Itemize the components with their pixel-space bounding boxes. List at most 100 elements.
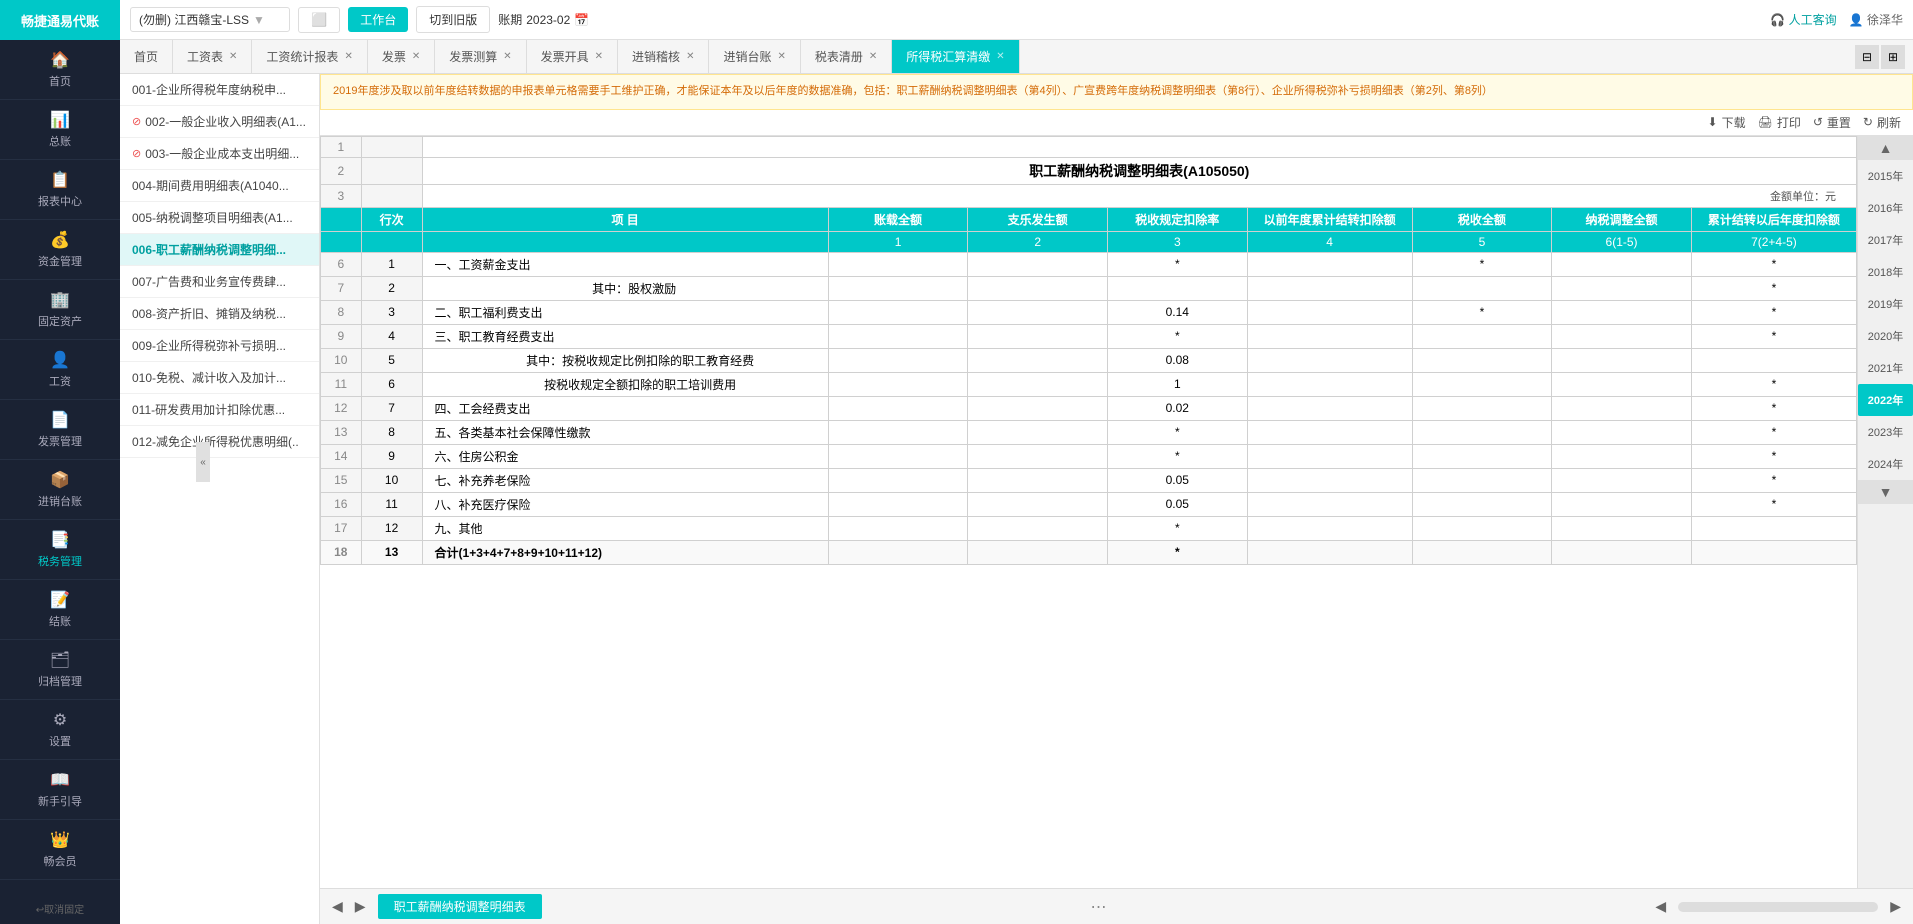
col-I-header: 累计结转以后年度扣除额 (1691, 207, 1856, 231)
workspace-btn[interactable]: 工作台 (348, 7, 408, 32)
tab-close-icon[interactable]: ✕ (412, 51, 420, 62)
tab-label: 所得税汇算清缴 (906, 48, 990, 65)
sidebar-item-label: 首页 (49, 73, 71, 89)
sub-menu-item-002[interactable]: ⊘ 002-一般企业收入明细表(A1... (120, 106, 319, 138)
year-scroll-down-btn[interactable]: ▼ (1858, 480, 1913, 504)
year-item-2015[interactable]: 2015年 (1858, 160, 1913, 192)
tab-home[interactable]: 首页 (120, 40, 173, 74)
sidebar: 畅捷通易代账 🏠 首页 📊 总账 📋 报表中心 💰 资金管理 🏢 固定资产 👤 … (0, 0, 120, 924)
assets-icon: 🏢 (50, 290, 70, 310)
tab-sales-ledger[interactable]: 进销台账 ✕ (709, 40, 800, 74)
sub-menu-item-006[interactable]: 006-职工薪酬纳税调整明细... (120, 234, 319, 266)
tab-close-icon[interactable]: ✕ (503, 51, 511, 62)
sub-menu-item-005[interactable]: 005-纳税调整项目明细表(A1... (120, 202, 319, 234)
tab-close-icon[interactable]: ✕ (996, 51, 1004, 62)
sidebar-item-member[interactable]: 👑 畅会员 (0, 820, 120, 880)
sidebar-item-label: 畅会员 (44, 853, 77, 869)
tab-invoice[interactable]: 发票 ✕ (368, 40, 435, 74)
spreadsheet-container[interactable]: 1 2 职工薪酬纳税调整明细表(A105050) 3 (320, 136, 1913, 888)
col-F-header: 以前年度累计结转扣除额 (1247, 207, 1412, 231)
company-selector[interactable]: (勿删) 江西赣宝-LSS ▼ (130, 7, 290, 32)
download-btn[interactable]: ⬇ 下载 (1708, 114, 1746, 131)
cancel-fixed-btn[interactable]: ↩取消固定 (0, 893, 120, 924)
sub-menu-item-008[interactable]: 008-资产折旧、摊销及纳税... (120, 298, 319, 330)
tab-tax-register[interactable]: 税表清册 ✕ (801, 40, 892, 74)
table-row: 9 4 三、职工教育经费支出 * * (321, 324, 1857, 348)
sheet-scroll-right-btn[interactable]: ▶ (355, 898, 366, 915)
tab-label: 发票测算 (449, 48, 497, 65)
sub-menu-item-007[interactable]: 007-广告费和业务宣传费肆... (120, 266, 319, 298)
refresh-btn[interactable]: ↻ 刷新 (1863, 114, 1901, 131)
copy-btn[interactable]: ⬜ (298, 7, 340, 33)
help-btn[interactable]: 🎧 人工客询 (1770, 11, 1836, 28)
sidebar-item-finance[interactable]: 💰 资金管理 (0, 220, 120, 280)
tab-close-icon[interactable]: ✕ (686, 51, 694, 62)
tab-close-icon[interactable]: ✕ (869, 51, 877, 62)
year-item-2016[interactable]: 2016年 (1858, 192, 1913, 224)
table-row: 2 职工薪酬纳税调整明细表(A105050) (321, 157, 1857, 184)
col-a-cell (361, 136, 422, 157)
sidebar-item-tax[interactable]: 📑 税务管理 (0, 520, 120, 580)
year-item-2024[interactable]: 2024年 (1858, 448, 1913, 480)
col-a-cell (361, 184, 422, 207)
tab-next-btn[interactable]: ⊞ (1881, 45, 1905, 69)
user-info[interactable]: 👤 徐泽华 (1849, 11, 1903, 28)
sub-menu-item-001[interactable]: 001-企业所得税年度纳税申... (120, 74, 319, 106)
tab-invoice-calc[interactable]: 发票测算 ✕ (435, 40, 526, 74)
sidebar-item-settings[interactable]: ⚙ 设置 (0, 700, 120, 760)
tab-invoice-open[interactable]: 发票开具 ✕ (527, 40, 618, 74)
sub-menu-item-004[interactable]: 004-期间费用明细表(A1040... (120, 170, 319, 202)
sidebar-item-invoice[interactable]: 📄 发票管理 (0, 400, 120, 460)
sheet-scroll-left-btn[interactable]: ◀ (332, 898, 343, 915)
tab-payslip[interactable]: 工资表 ✕ (173, 40, 252, 74)
sidebar-item-assets[interactable]: 🏢 固定资产 (0, 280, 120, 340)
year-item-2023[interactable]: 2023年 (1858, 416, 1913, 448)
col-F-num: 4 (1247, 231, 1412, 252)
prev-btn[interactable]: 切到旧版 (416, 6, 490, 33)
tab-prev-btn[interactable]: ⊟ (1855, 45, 1879, 69)
tab-label: 发票 (382, 48, 406, 65)
sheet-options-btn[interactable]: ⋯ (1091, 897, 1107, 917)
sidebar-item-close[interactable]: 📝 结账 (0, 580, 120, 640)
horizontal-scrollbar[interactable] (1678, 902, 1878, 912)
sheet-tab[interactable]: 职工薪酬纳税调整明细表 (378, 894, 542, 919)
tab-income-tax[interactable]: 所得税汇算清缴 ✕ (892, 40, 1019, 74)
year-scroll-up-btn[interactable]: ▲ (1858, 136, 1913, 160)
print-btn[interactable]: 🖨 打印 (1758, 114, 1801, 131)
sidebar-item-home[interactable]: 🏠 首页 (0, 40, 120, 100)
collapse-toggle[interactable]: « (196, 442, 210, 482)
sidebar-item-guide[interactable]: 📖 新手引导 (0, 760, 120, 820)
year-item-2020[interactable]: 2020年 (1858, 320, 1913, 352)
sidebar-item-report[interactable]: 📋 报表中心 (0, 160, 120, 220)
sub-menu-item-010[interactable]: 010-免税、减计收入及加计... (120, 362, 319, 394)
reset-btn[interactable]: ↺ 重置 (1813, 114, 1851, 131)
h-scroll-left-btn[interactable]: ◀ (1655, 898, 1666, 915)
h-scroll-right-btn[interactable]: ▶ (1890, 898, 1901, 915)
calendar-icon[interactable]: 📅 (574, 13, 589, 27)
close-period-icon: 📝 (50, 590, 70, 610)
sub-menu-item-003[interactable]: ⊘ 003-一般企业成本支出明细... (120, 138, 319, 170)
sub-menu-item-009[interactable]: 009-企业所得税弥补亏损明... (120, 330, 319, 362)
tab-sales-verify[interactable]: 进销稽核 ✕ (618, 40, 709, 74)
notice-bar: 2019年度涉及取以前年度结转数据的申报表单元格需要手工维护正确，才能保证本年及… (320, 74, 1913, 110)
tab-payroll-stat[interactable]: 工资统计报表 ✕ (252, 40, 367, 74)
tab-close-icon[interactable]: ✕ (344, 51, 352, 62)
year-item-2019[interactable]: 2019年 (1858, 288, 1913, 320)
sidebar-item-ledger[interactable]: 📊 总账 (0, 100, 120, 160)
year-item-2022[interactable]: 2022年 (1858, 384, 1913, 416)
sub-menu-item-012[interactable]: 012-减免企业所得税优惠明细(.. (120, 426, 319, 458)
col-a-cell (361, 157, 422, 184)
tab-close-icon[interactable]: ✕ (229, 51, 237, 62)
sidebar-item-archive[interactable]: 🗂 归档管理 (0, 640, 120, 700)
bottom-bar: ◀ ▶ 职工薪酬纳税调整明细表 ⋯ ◀ ▶ (320, 888, 1913, 924)
year-item-2017[interactable]: 2017年 (1858, 224, 1913, 256)
year-item-2021[interactable]: 2021年 (1858, 352, 1913, 384)
tab-close-icon[interactable]: ✕ (595, 51, 603, 62)
sidebar-item-payroll[interactable]: 👤 工资 (0, 340, 120, 400)
company-name: (勿删) 江西赣宝-LSS (139, 11, 249, 28)
table-row: 14 9 六、住房公积金 * * (321, 444, 1857, 468)
year-item-2018[interactable]: 2018年 (1858, 256, 1913, 288)
sidebar-item-sales[interactable]: 📦 进销台账 (0, 460, 120, 520)
sub-menu-item-011[interactable]: 011-研发费用加计扣除优惠... (120, 394, 319, 426)
tab-close-icon[interactable]: ✕ (777, 51, 785, 62)
